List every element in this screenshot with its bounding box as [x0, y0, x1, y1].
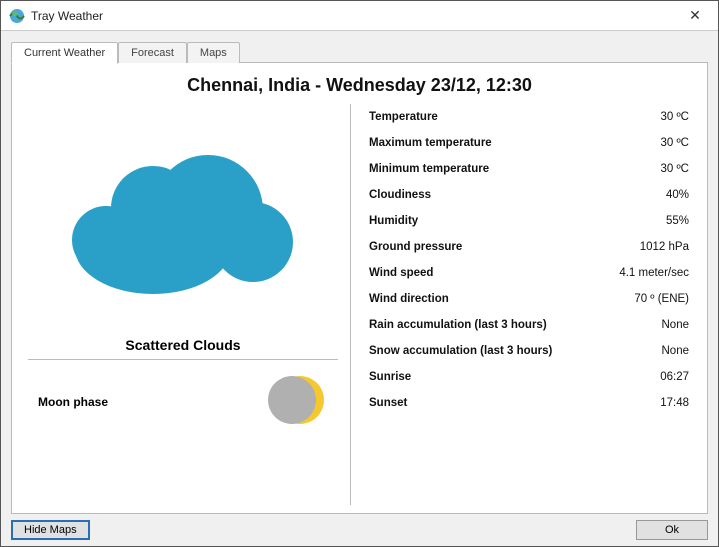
- metric-label: Cloudiness: [369, 189, 431, 201]
- metric-label: Wind speed: [369, 267, 433, 279]
- metric-label: Temperature: [369, 111, 438, 123]
- metric-wind-direction: Wind direction 70 º (ENE): [367, 286, 691, 312]
- metric-sunrise: Sunrise 06:27: [367, 364, 691, 390]
- metric-ground-pressure: Ground pressure 1012 hPa: [367, 234, 691, 260]
- cloud-icon: [58, 130, 308, 303]
- metric-value: 40%: [666, 189, 689, 201]
- main-grid: Scattered Clouds Moon phase Temperature …: [28, 104, 691, 505]
- metric-humidity: Humidity 55%: [367, 208, 691, 234]
- metric-label: Sunset: [369, 397, 407, 409]
- metric-sunset: Sunset 17:48: [367, 390, 691, 416]
- metric-cloudiness: Cloudiness 40%: [367, 182, 691, 208]
- moon-icon: [264, 368, 328, 435]
- app-icon: [9, 8, 25, 24]
- metric-label: Sunrise: [369, 371, 411, 383]
- metric-value: None: [662, 319, 690, 331]
- metric-label: Maximum temperature: [369, 137, 492, 149]
- metric-value: 30 ºC: [661, 137, 690, 149]
- metric-value: 17:48: [660, 397, 689, 409]
- divider: [28, 359, 338, 360]
- tab-forecast[interactable]: Forecast: [118, 42, 187, 63]
- metric-value: 55%: [666, 215, 689, 227]
- content-area: Current Weather Forecast Maps Chennai, I…: [1, 31, 718, 546]
- metric-label: Ground pressure: [369, 241, 462, 253]
- page-title: Chennai, India - Wednesday 23/12, 12:30: [28, 75, 691, 96]
- ok-button[interactable]: Ok: [636, 520, 708, 540]
- tab-panel: Chennai, India - Wednesday 23/12, 12:30: [11, 62, 708, 514]
- metric-label: Wind direction: [369, 293, 449, 305]
- metric-max-temperature: Maximum temperature 30 ºC: [367, 130, 691, 156]
- metric-label: Rain accumulation (last 3 hours): [369, 319, 547, 331]
- metric-min-temperature: Minimum temperature 30 ºC: [367, 156, 691, 182]
- moon-phase-label: Moon phase: [38, 395, 244, 409]
- close-button[interactable]: ✕: [680, 7, 710, 24]
- metric-value: None: [662, 345, 690, 357]
- metric-rain-accum: Rain accumulation (last 3 hours) None: [367, 312, 691, 338]
- tab-current-weather[interactable]: Current Weather: [11, 42, 118, 64]
- metric-value: 06:27: [660, 371, 689, 383]
- metric-wind-speed: Wind speed 4.1 meter/sec: [367, 260, 691, 286]
- metric-label: Snow accumulation (last 3 hours): [369, 345, 552, 357]
- metric-temperature: Temperature 30 ºC: [367, 104, 691, 130]
- hide-maps-button[interactable]: Hide Maps: [11, 520, 90, 540]
- metric-label: Humidity: [369, 215, 418, 227]
- moon-phase-row: Moon phase: [28, 368, 338, 435]
- metric-value: 4.1 meter/sec: [619, 267, 689, 279]
- titlebar: Tray Weather ✕: [1, 1, 718, 31]
- left-column: Scattered Clouds Moon phase: [28, 104, 338, 505]
- metric-value: 30 ºC: [661, 163, 690, 175]
- conditions-label: Scattered Clouds: [28, 337, 338, 353]
- metric-label: Minimum temperature: [369, 163, 489, 175]
- metric-snow-accum: Snow accumulation (last 3 hours) None: [367, 338, 691, 364]
- tab-strip: Current Weather Forecast Maps: [11, 39, 708, 63]
- metrics-column: Temperature 30 ºC Maximum temperature 30…: [350, 104, 691, 505]
- window-title: Tray Weather: [31, 9, 680, 23]
- metric-value: 1012 hPa: [640, 241, 689, 253]
- footer: Hide Maps Ok: [11, 514, 708, 540]
- metric-value: 70 º (ENE): [634, 293, 689, 305]
- tab-maps[interactable]: Maps: [187, 42, 240, 63]
- metric-value: 30 ºC: [661, 111, 690, 123]
